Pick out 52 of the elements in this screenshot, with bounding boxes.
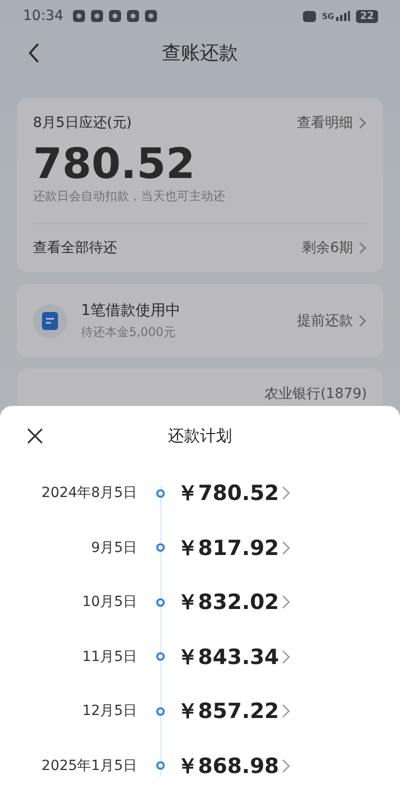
sheet-title: 还款计划: [168, 426, 232, 446]
close-icon[interactable]: [27, 428, 43, 444]
status-time: 10:34: [23, 8, 64, 24]
due-date: 10月5日: [81, 593, 137, 612]
page-title: 查账还款: [162, 41, 238, 66]
chevron-icon: [359, 117, 367, 129]
installment-amount[interactable]: ￥868.98: [177, 752, 280, 780]
auto-debit-note: 还款日会自动扣款，当天也可主动还: [33, 188, 226, 205]
loan-title: 1笔借款使用中: [81, 300, 182, 320]
timeline-dot-icon: [156, 652, 165, 662]
app-notification-icon: [109, 10, 122, 22]
due-date: 2024年8月5日: [40, 484, 137, 502]
hd-icon: [302, 10, 316, 22]
signal-icon: [336, 11, 350, 21]
chevron-icon: [282, 650, 290, 664]
due-date: 11月5日: [81, 648, 137, 666]
battery-level: 22: [356, 10, 378, 22]
app-notification-icon: [91, 10, 104, 22]
chevron-icon: [282, 595, 290, 610]
due-date: 12月5日: [81, 702, 137, 720]
due-label: 8月5日应还(元): [33, 114, 132, 132]
prepay-link[interactable]: 提前还款: [297, 312, 367, 330]
installment-amount[interactable]: ￥832.02: [177, 588, 280, 616]
principal-text: 待还本金5,000元: [81, 324, 176, 340]
installment-amount[interactable]: ￥780.52: [177, 479, 280, 508]
app-notification-icon: [145, 10, 158, 22]
chevron-icon: [359, 242, 367, 254]
timeline-dot-icon: [156, 706, 165, 716]
installment-amount[interactable]: ￥857.22: [177, 697, 280, 726]
chevron-icon: [282, 704, 290, 718]
app-notification-icon: [73, 10, 86, 22]
timeline-dot-icon: [156, 761, 165, 770]
due-amount: 780.52: [33, 140, 196, 188]
details-link[interactable]: 查看明细: [297, 114, 367, 132]
chevron-icon: [359, 314, 367, 326]
network-label: 5G: [322, 12, 334, 20]
bank-name: 农业银行(1879): [264, 385, 367, 403]
timeline-dot-icon: [156, 598, 165, 607]
document-icon: [33, 304, 67, 338]
timeline-dot-icon: [156, 543, 165, 552]
chevron-icon: [282, 486, 290, 500]
installment-amount[interactable]: ￥817.92: [177, 534, 280, 562]
app-notification-icon: [127, 10, 140, 22]
due-date: 9月5日: [90, 538, 137, 557]
all-pending-label: 查看全部待还: [33, 239, 117, 257]
back-icon[interactable]: [28, 43, 40, 63]
installment-amount[interactable]: ￥843.34: [177, 642, 280, 671]
due-date: 2025年1月5日: [40, 756, 137, 775]
chevron-icon: [282, 540, 290, 555]
timeline-dot-icon: [156, 488, 165, 498]
chevron-icon: [282, 758, 290, 773]
remaining-periods-link[interactable]: 剩余6期: [302, 239, 367, 257]
